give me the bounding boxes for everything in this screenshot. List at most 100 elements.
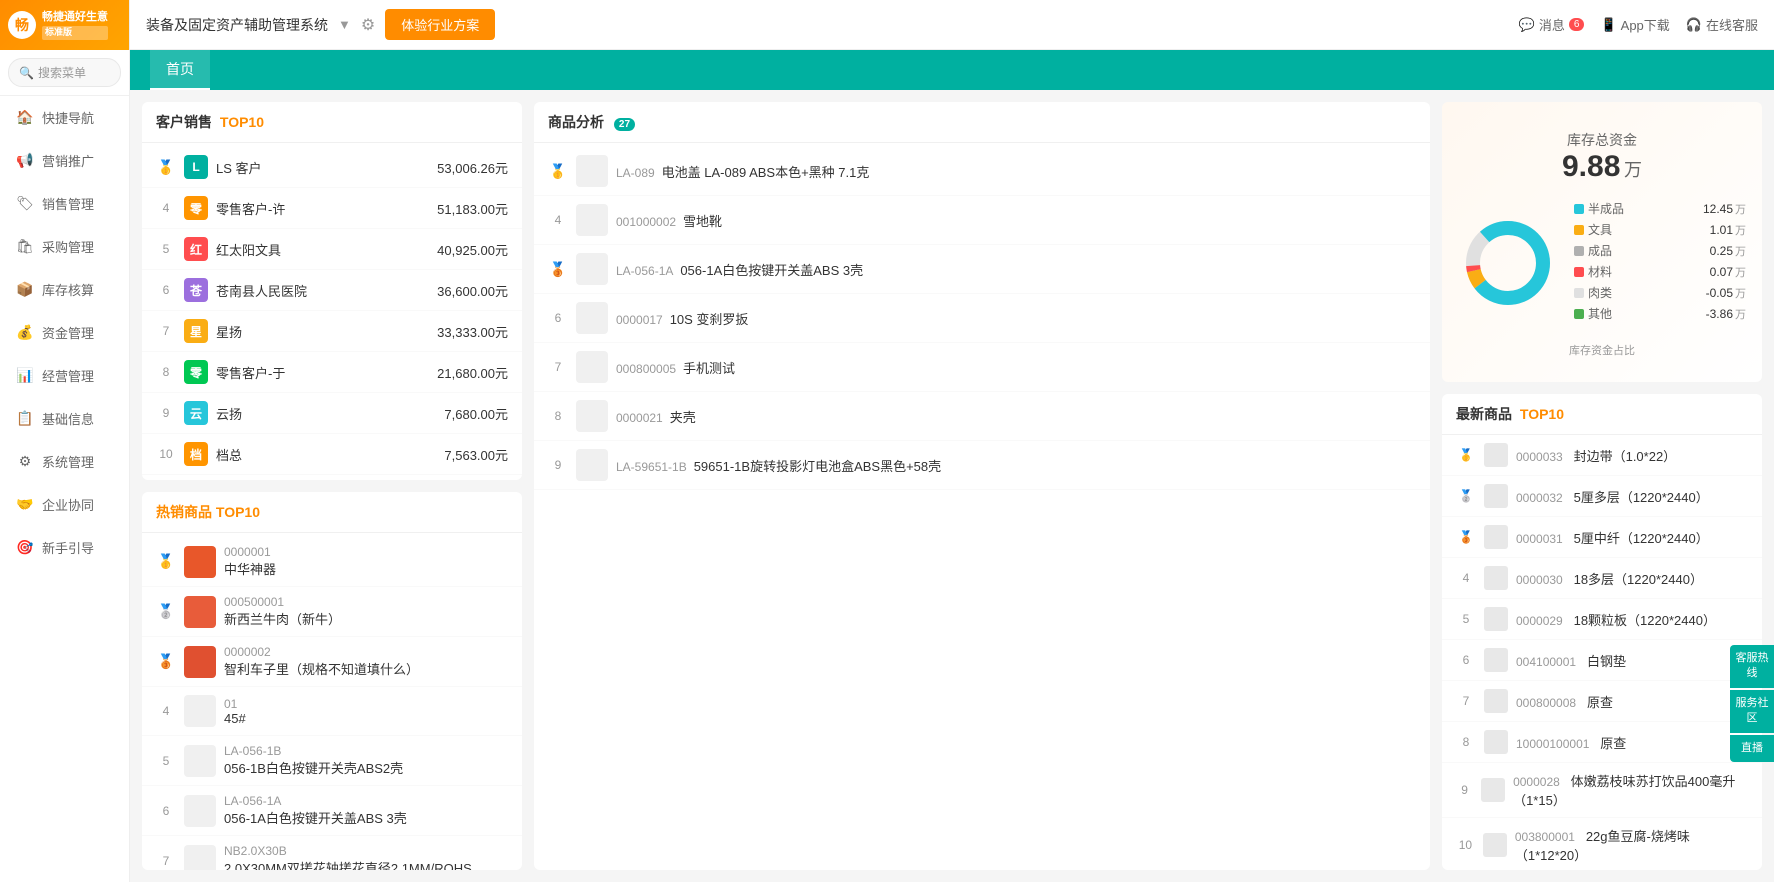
app-download-button[interactable]: 📱 App下载 — [1600, 15, 1669, 34]
customer-rank-item: 10 档 档总 7,563.00元 — [142, 434, 522, 475]
sidebar-item-system[interactable]: ⚙ 系统管理 — [0, 440, 129, 483]
customer-name-5: 星扬 — [216, 322, 437, 341]
float-service-community[interactable]: 服务社区 — [1730, 690, 1774, 733]
new-products-header: 最新商品 TOP10 — [1442, 394, 1762, 435]
customer-rank-item: 6 苍 苍南县人民医院 36,600.00元 — [142, 270, 522, 311]
settings-icon[interactable]: ⚙ — [361, 15, 375, 35]
product-analysis-list: 🥇 LA-089 电池盖 LA-089 ABS本色+黑种 7.1克 4 0010… — [534, 143, 1430, 870]
inventory-title-section: 库存总资金 9.88 万 — [1458, 118, 1746, 188]
sidebar-item-finance[interactable]: 💰 资金管理 — [0, 311, 129, 354]
mid-name-3: 056-1A白色按键开关盖ABS 3壳 — [680, 263, 863, 278]
product-item: 7 NB2.0X30B 2.0X30MM双搓花轴搓花直径2.1MM/ROHS — [142, 836, 522, 870]
new-product-info-2: 0000032 5厘多层（1220*2440） — [1516, 487, 1709, 506]
dropdown-arrow[interactable]: ▼ — [338, 17, 351, 32]
mid-column: 商品分析 27 🥇 LA-089 电池盖 LA-089 ABS本色+黑种 7.1… — [534, 102, 1430, 870]
hot-products-card: 热销商品 TOP10 🥇 0000001 中华神器 🥈 — [142, 492, 522, 870]
avatar-7: 云 — [184, 401, 208, 425]
new-rank-4: 4 — [1456, 571, 1476, 585]
inventory-title: 库存总资金 — [1567, 132, 1637, 148]
rank-num-8: 10 — [156, 447, 176, 461]
online-service-button[interactable]: 🎧 在线客服 — [1686, 15, 1758, 34]
customer-name-2: 零售客户-许 — [216, 199, 437, 218]
product-name-3: 智利车子里（规格不知道填什么） — [224, 659, 419, 678]
new-product-item: 9 0000028 体嫩荔枝味苏打饮品400毫升（1*15） — [1442, 763, 1762, 818]
new-thumb-2 — [1484, 484, 1508, 508]
mid-code-1: LA-089 — [616, 166, 658, 180]
new-thumb-6 — [1484, 648, 1508, 672]
new-products-list: 🥇 0000033 封边带（1.0*22） 🥈 0000032 — [1442, 435, 1762, 870]
mid-name-7: 59651-1B旋转投影灯电池盒ABS黑色+58壳 — [694, 459, 941, 474]
product-code-1: 0000001 — [224, 545, 276, 559]
sidebar-item-home[interactable]: 🏠 快捷导航 — [0, 96, 129, 139]
sidebar-item-cooperation[interactable]: 🤝 企业协同 — [0, 483, 129, 526]
new-rank-10: 10 — [1456, 838, 1475, 852]
customer-amount-1: 53,006.26元 — [437, 158, 508, 177]
product-name-6: 056-1A白色按键开关盖ABS 3壳 — [224, 808, 407, 827]
product-thumb-2 — [184, 596, 216, 628]
hot-products-title: 热销商品 TOP10 — [156, 502, 260, 522]
new-product-item: 7 000800008 原查 — [1442, 681, 1762, 722]
sidebar-item-basic-info[interactable]: 📋 基础信息 — [0, 397, 129, 440]
purchase-icon: 🛍 — [16, 238, 34, 255]
rank-num-2: 4 — [156, 201, 176, 215]
mid-product-info-2: 001000002 雪地靴 — [616, 211, 722, 230]
try-plan-button[interactable]: 体验行业方案 — [385, 9, 495, 40]
product-code-6: LA-056-1A — [224, 794, 407, 808]
nav-home[interactable]: 首页 — [150, 50, 210, 90]
system-title: 装备及固定资产辅助管理系统 — [146, 15, 328, 35]
mid-name-2: 雪地靴 — [683, 214, 722, 229]
product-analysis-header: 商品分析 27 — [534, 102, 1430, 143]
product-code-5: LA-056-1B — [224, 744, 403, 758]
legend-dot-2 — [1574, 225, 1584, 235]
mid-thumb-2 — [576, 204, 608, 236]
product-item: 🥈 000500001 新西兰牛肉（新牛） — [142, 587, 522, 637]
new-rank-8: 8 — [1456, 735, 1476, 749]
mid-code-7: LA-59651-1B — [616, 460, 690, 474]
product-thumb-4 — [184, 695, 216, 727]
new-product-info-5: 0000029 18颗粒板（1220*2440） — [1516, 610, 1716, 629]
customer-rank-list: 🥇 L LS 客户 53,006.26元 4 零 零售客户-许 51,183.0… — [142, 143, 522, 480]
new-thumb-7 — [1484, 689, 1508, 713]
mid-code-3: LA-056-1A — [616, 264, 677, 278]
product-code-2: 000500001 — [224, 595, 341, 609]
customer-name-8: 档总 — [216, 445, 444, 464]
mid-product-item: 4 001000002 雪地靴 — [534, 196, 1430, 245]
topbar-left: 装备及固定资产辅助管理系统 ▼ ⚙ 体验行业方案 — [146, 9, 495, 40]
legend-dot-6 — [1574, 309, 1584, 319]
new-products-card: 最新商品 TOP10 🥇 0000033 封边带（1.0*22） — [1442, 394, 1762, 870]
home-icon: 🏠 — [16, 109, 34, 126]
product-info-3: 0000002 智利车子里（规格不知道填什么） — [224, 645, 419, 678]
inventory-value-display: 9.88 万 — [1458, 150, 1746, 184]
sidebar-item-inventory[interactable]: 📦 库存核算 — [0, 268, 129, 311]
product-info-1: 0000001 中华神器 — [224, 545, 276, 578]
sidebar-item-guide[interactable]: 🎯 新手引导 — [0, 526, 129, 569]
inventory-value: 9.88 — [1562, 150, 1620, 183]
new-medal-3: 🥉 — [1456, 530, 1476, 544]
new-product-info-7: 000800008 原查 — [1516, 692, 1613, 711]
product-thumb-5 — [184, 745, 216, 777]
avatar-5: 星 — [184, 319, 208, 343]
sidebar-item-management[interactable]: 📊 经营管理 — [0, 354, 129, 397]
sidebar-item-marketing[interactable]: 📢 营销推广 — [0, 139, 129, 182]
search-icon: 🔍 — [19, 66, 34, 80]
float-service-hotline[interactable]: 客服热线 — [1730, 645, 1774, 688]
new-product-info-9: 0000028 体嫩荔枝味苏打饮品400毫升（1*15） — [1513, 771, 1748, 809]
sidebar-item-sales[interactable]: 🏷 销售管理 — [0, 182, 129, 225]
sidebar-item-purchase[interactable]: 🛍 采购管理 — [0, 225, 129, 268]
topbar-right: 💬 消息 6 📱 App下载 🎧 在线客服 — [1519, 15, 1758, 34]
new-rank-6: 6 — [1456, 653, 1476, 667]
mid-thumb-6 — [576, 400, 608, 432]
guide-icon: 🎯 — [16, 539, 34, 556]
customer-rank-item: 7 星 星扬 33,333.00元 — [142, 311, 522, 352]
mid-rank-7: 9 — [548, 458, 568, 472]
search-menu-button[interactable]: 🔍 搜索菜单 — [8, 58, 121, 87]
finance-icon: 💰 — [16, 324, 34, 341]
product-name-5: 056-1B白色按键开关壳ABS2壳 — [224, 758, 403, 777]
float-service-live[interactable]: 直播 — [1730, 735, 1774, 762]
message-button[interactable]: 💬 消息 6 — [1519, 15, 1585, 34]
product-medal-1: 🥇 — [156, 553, 176, 570]
product-medal-2: 🥈 — [156, 603, 176, 620]
product-name-1: 中华神器 — [224, 559, 276, 578]
legend-dot-1 — [1574, 204, 1584, 214]
avatar-6: 零 — [184, 360, 208, 384]
